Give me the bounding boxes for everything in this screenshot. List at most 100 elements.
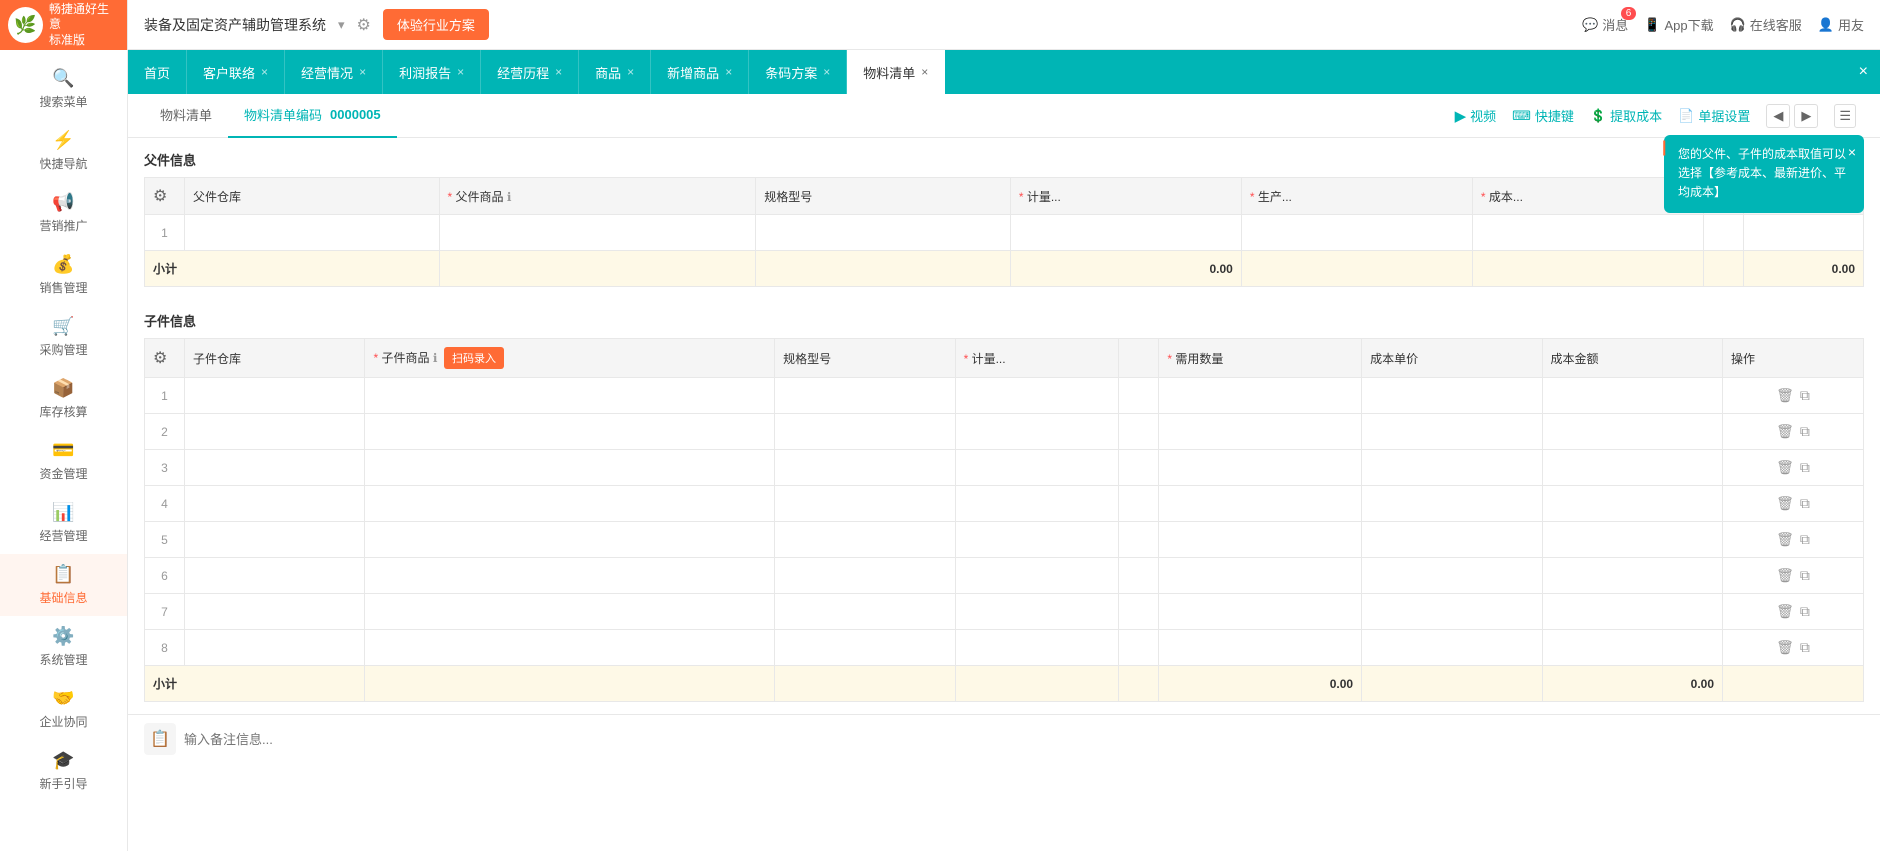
tab-goods[interactable]: 商品 ×: [579, 50, 651, 94]
parent-production-cell[interactable]: [1241, 215, 1472, 251]
child-unit-cost-6[interactable]: [1362, 558, 1542, 594]
tab-profit[interactable]: 利润报告 ×: [383, 50, 481, 94]
settings-icon[interactable]: ⚙: [357, 15, 371, 35]
copy-icon-1[interactable]: ⧉: [1800, 387, 1810, 404]
shortcut-button[interactable]: ⌨ 快捷键: [1512, 106, 1574, 125]
child-req-qty-1[interactable]: [1159, 378, 1362, 414]
next-arrow[interactable]: ▶: [1794, 104, 1818, 128]
child-unit-cost-8[interactable]: [1362, 630, 1542, 666]
child-product-3[interactable]: [365, 450, 775, 486]
copy-icon-3[interactable]: ⧉: [1800, 459, 1810, 476]
close-tab-bom[interactable]: ×: [921, 65, 928, 79]
tab-operations[interactable]: 经营情况 ×: [285, 50, 383, 94]
child-unit-cost-3[interactable]: [1362, 450, 1542, 486]
copy-icon-8[interactable]: ⧉: [1800, 639, 1810, 656]
sidebar-item-enterprise[interactable]: 🤝 企业协同: [0, 678, 127, 740]
copy-icon-5[interactable]: ⧉: [1800, 531, 1810, 548]
sidebar-item-finance[interactable]: 💳 资金管理: [0, 430, 127, 492]
parent-spec-cell[interactable]: [756, 215, 1011, 251]
child-qty-1[interactable]: [955, 378, 1119, 414]
child-qty-6[interactable]: [955, 558, 1119, 594]
tooltip-close-button[interactable]: ×: [1848, 141, 1856, 163]
tab-newgoods[interactable]: 新增商品 ×: [651, 50, 749, 94]
close-tab-history[interactable]: ×: [555, 65, 562, 79]
single-setting-button[interactable]: 📄 单据设置: [1678, 106, 1750, 125]
child-spec-3[interactable]: [775, 450, 955, 486]
sidebar-item-purchase[interactable]: 🛒 采购管理: [0, 306, 127, 368]
sidebar-item-search[interactable]: 🔍 搜索菜单: [0, 58, 127, 120]
child-spec-1[interactable]: [775, 378, 955, 414]
delete-icon-1[interactable]: 🗑: [1776, 387, 1794, 404]
close-tab-operations[interactable]: ×: [359, 65, 366, 79]
copy-icon-7[interactable]: ⧉: [1800, 603, 1810, 620]
child-spec-2[interactable]: [775, 414, 955, 450]
tab-home[interactable]: 首页: [128, 50, 187, 94]
grid-view-button[interactable]: ☰: [1834, 104, 1856, 128]
child-req-qty-7[interactable]: [1159, 594, 1362, 630]
tab-customer[interactable]: 客户联络 ×: [187, 50, 285, 94]
close-tab-customer[interactable]: ×: [261, 65, 268, 79]
child-qty-8[interactable]: [955, 630, 1119, 666]
child-qty-4[interactable]: [955, 486, 1119, 522]
close-tab-barcode[interactable]: ×: [823, 65, 830, 79]
copy-icon-4[interactable]: ⧉: [1800, 495, 1810, 512]
delete-icon-8[interactable]: 🗑: [1776, 639, 1794, 656]
scan-btn[interactable]: 扫码录入: [444, 347, 504, 369]
child-req-qty-8[interactable]: [1159, 630, 1362, 666]
child-warehouse-8[interactable]: [185, 630, 365, 666]
child-unit-cost-5[interactable]: [1362, 522, 1542, 558]
delete-icon-6[interactable]: 🗑: [1776, 567, 1794, 584]
sidebar-item-quicknav[interactable]: ⚡ 快捷导航: [0, 120, 127, 182]
sub-tab-detail[interactable]: 物料清单编码 0000005: [228, 94, 397, 138]
cost-button[interactable]: 💲 提取成本: [1590, 106, 1662, 125]
message-button[interactable]: 💬 消息 6: [1582, 15, 1628, 34]
user-button[interactable]: 👤 用友: [1818, 15, 1864, 34]
close-tab-goods[interactable]: ×: [627, 65, 634, 79]
parent-settings-icon[interactable]: ⚙: [153, 188, 167, 205]
child-warehouse-4[interactable]: [185, 486, 365, 522]
delete-icon-4[interactable]: 🗑: [1776, 495, 1794, 512]
parent-qty-cell[interactable]: [1010, 215, 1241, 251]
dropdown-icon[interactable]: ▾: [338, 17, 345, 33]
child-req-qty-2[interactable]: [1159, 414, 1362, 450]
copy-icon-6[interactable]: ⧉: [1800, 567, 1810, 584]
child-req-qty-6[interactable]: [1159, 558, 1362, 594]
child-qty-3[interactable]: [955, 450, 1119, 486]
app-download-button[interactable]: 📱 App下载: [1644, 15, 1713, 34]
child-unit-cost-4[interactable]: [1362, 486, 1542, 522]
sidebar-item-marketing[interactable]: 📢 营销推广: [0, 182, 127, 244]
child-spec-6[interactable]: [775, 558, 955, 594]
child-product-6[interactable]: [365, 558, 775, 594]
try-button[interactable]: 体验行业方案: [383, 9, 489, 40]
child-req-qty-4[interactable]: [1159, 486, 1362, 522]
sidebar-item-guide[interactable]: 🎓 新手引导: [0, 740, 127, 802]
child-spec-4[interactable]: [775, 486, 955, 522]
tab-bom[interactable]: 物料清单 ×: [847, 50, 945, 94]
child-warehouse-3[interactable]: [185, 450, 365, 486]
sidebar-item-basic[interactable]: 📋 基础信息: [0, 554, 127, 616]
child-product-7[interactable]: [365, 594, 775, 630]
child-unit-cost-7[interactable]: [1362, 594, 1542, 630]
child-settings-icon[interactable]: ⚙: [153, 350, 167, 367]
child-warehouse-6[interactable]: [185, 558, 365, 594]
delete-icon-3[interactable]: 🗑: [1776, 459, 1794, 476]
child-req-qty-3[interactable]: [1159, 450, 1362, 486]
child-qty-7[interactable]: [955, 594, 1119, 630]
child-qty-5[interactable]: [955, 522, 1119, 558]
close-tab-profit[interactable]: ×: [457, 65, 464, 79]
delete-icon-7[interactable]: 🗑: [1776, 603, 1794, 620]
prev-arrow[interactable]: ◀: [1766, 104, 1790, 128]
parent-product-cell[interactable]: [439, 215, 756, 251]
parent-warehouse-cell[interactable]: [185, 215, 440, 251]
child-qty-2[interactable]: [955, 414, 1119, 450]
sidebar-item-sales[interactable]: 💰 销售管理: [0, 244, 127, 306]
tab-history[interactable]: 经营历程 ×: [481, 50, 579, 94]
child-warehouse-5[interactable]: [185, 522, 365, 558]
service-button[interactable]: 🎧 在线客服: [1730, 15, 1802, 34]
sidebar-item-inventory[interactable]: 📦 库存核算: [0, 368, 127, 430]
sidebar-item-system[interactable]: ⚙️ 系统管理: [0, 616, 127, 678]
child-spec-7[interactable]: [775, 594, 955, 630]
video-button[interactable]: ▶ 视频: [1455, 106, 1497, 125]
child-warehouse-1[interactable]: [185, 378, 365, 414]
delete-icon-5[interactable]: 🗑: [1776, 531, 1794, 548]
